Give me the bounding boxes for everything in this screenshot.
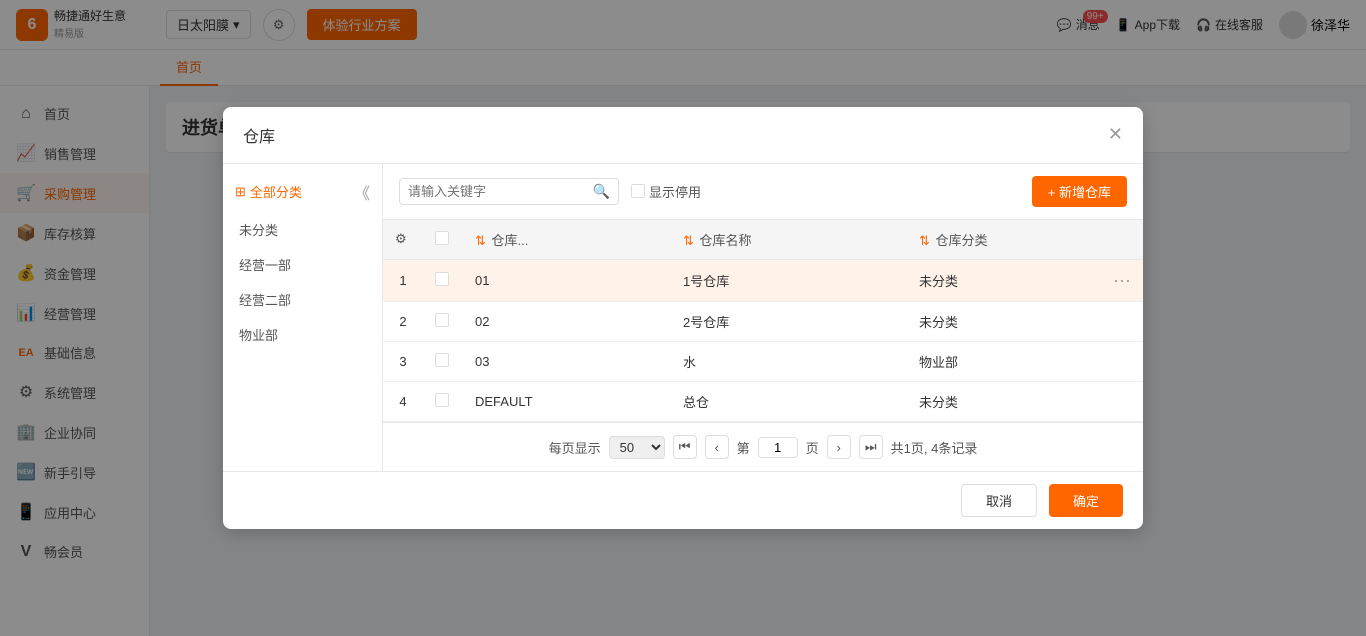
modal-table-wrap: ⚙ ⇅ 仓库... ⇅ 仓库名称 <box>383 220 1143 423</box>
row-code: 02 <box>463 302 671 342</box>
row-num: 3 <box>383 342 423 382</box>
th-checkbox <box>423 220 463 260</box>
th-settings: ⚙ <box>383 220 423 260</box>
table-row[interactable]: 4 DEFAULT 总仓 未分类 <box>383 382 1143 422</box>
search-input[interactable] <box>408 184 593 199</box>
grid-icon: ⊞ <box>235 184 246 200</box>
first-page-button[interactable]: ⏮ <box>673 435 697 459</box>
row-checkbox[interactable] <box>435 313 449 327</box>
row-name: 1号仓库 <box>671 259 907 302</box>
modal-sidebar: ⊞ 全部分类 《 未分类 经营一部 经营二部 物业部 <box>223 164 383 472</box>
modal-pagination: 每页显示 50 100 ⏮ ‹ 第 页 › ⏭ 共1页, 4条记录 <box>383 422 1143 471</box>
page-label: 第 <box>737 438 750 457</box>
modal-body: ⊞ 全部分类 《 未分类 经营一部 经营二部 物业部 <box>223 164 1143 472</box>
total-info: 共1页, 4条记录 <box>891 438 978 457</box>
per-page-label: 每页显示 <box>549 438 601 457</box>
more-actions-button[interactable]: ··· <box>1113 270 1131 291</box>
row-num: 1 <box>383 259 423 302</box>
show-disabled-label: 显示停用 <box>649 182 701 201</box>
table-row[interactable]: 2 02 2号仓库 未分类 <box>383 302 1143 342</box>
prev-page-button[interactable]: ‹ <box>705 435 729 459</box>
last-page-button[interactable]: ⏭ <box>859 435 883 459</box>
row-checkbox-cell <box>423 342 463 382</box>
row-name: 水 <box>671 342 907 382</box>
modal-title: 仓库 <box>243 123 275 147</box>
select-all-checkbox[interactable] <box>435 231 449 245</box>
modal-overlay: 仓库 ✕ ⊞ 全部分类 《 未分类 经营一部 <box>0 0 1366 636</box>
warehouse-table: ⚙ ⇅ 仓库... ⇅ 仓库名称 <box>383 220 1143 423</box>
per-page-select[interactable]: 50 100 <box>609 436 665 459</box>
row-checkbox-cell <box>423 259 463 302</box>
category-operations1[interactable]: 经营一部 <box>223 247 382 282</box>
category-operations2[interactable]: 经营二部 <box>223 282 382 317</box>
cancel-button[interactable]: 取消 <box>961 484 1037 517</box>
row-name: 总仓 <box>671 382 907 422</box>
row-checkbox-cell <box>423 382 463 422</box>
th-code: ⇅ 仓库... <box>463 220 671 260</box>
row-code: 01 <box>463 259 671 302</box>
category-unclassified[interactable]: 未分类 <box>223 212 382 247</box>
modal-footer: 取消 确定 <box>223 471 1143 529</box>
th-name: ⇅ 仓库名称 <box>671 220 907 260</box>
collapse-icon[interactable]: 《 <box>354 180 370 204</box>
row-code: DEFAULT <box>463 382 671 422</box>
search-box[interactable]: 🔍 <box>399 178 619 205</box>
add-warehouse-button[interactable]: + 新增仓库 <box>1032 176 1127 207</box>
modal-table-area: 🔍 显示停用 + 新增仓库 ⚙ <box>383 164 1143 472</box>
next-page-button[interactable]: › <box>827 435 851 459</box>
page-number-input[interactable] <box>758 437 798 458</box>
modal-close-button[interactable]: ✕ <box>1108 124 1123 145</box>
sort-icon-category: ⇅ <box>919 233 930 248</box>
row-checkbox[interactable] <box>435 393 449 407</box>
table-row[interactable]: 3 03 水 物业部 <box>383 342 1143 382</box>
row-checkbox-cell <box>423 302 463 342</box>
page-unit: 页 <box>806 438 819 457</box>
row-num: 2 <box>383 302 423 342</box>
modal-sidebar-header: ⊞ 全部分类 《 <box>223 172 382 212</box>
th-category: ⇅ 仓库分类 <box>907 220 1143 260</box>
all-category-label[interactable]: ⊞ 全部分类 <box>235 182 302 201</box>
checkbox-icon <box>631 184 645 198</box>
sort-icon-code: ⇅ <box>475 233 486 248</box>
table-row[interactable]: 1 01 1号仓库 未分类··· <box>383 259 1143 302</box>
modal-toolbar: 🔍 显示停用 + 新增仓库 <box>383 164 1143 220</box>
row-checkbox[interactable] <box>435 353 449 367</box>
row-checkbox[interactable] <box>435 272 449 286</box>
sort-icon-name: ⇅ <box>683 233 694 248</box>
row-code: 03 <box>463 342 671 382</box>
row-category: 未分类 <box>907 382 1143 422</box>
category-property[interactable]: 物业部 <box>223 317 382 352</box>
row-category: 未分类 <box>907 302 1143 342</box>
show-disabled-checkbox[interactable]: 显示停用 <box>631 182 701 201</box>
row-num: 4 <box>383 382 423 422</box>
confirm-button[interactable]: 确定 <box>1049 484 1123 517</box>
warehouse-modal: 仓库 ✕ ⊞ 全部分类 《 未分类 经营一部 <box>223 107 1143 530</box>
row-name: 2号仓库 <box>671 302 907 342</box>
search-icon[interactable]: 🔍 <box>593 183 610 200</box>
row-category: 未分类··· <box>907 260 1143 302</box>
modal-header: 仓库 ✕ <box>223 107 1143 164</box>
row-category: 物业部 <box>907 342 1143 382</box>
